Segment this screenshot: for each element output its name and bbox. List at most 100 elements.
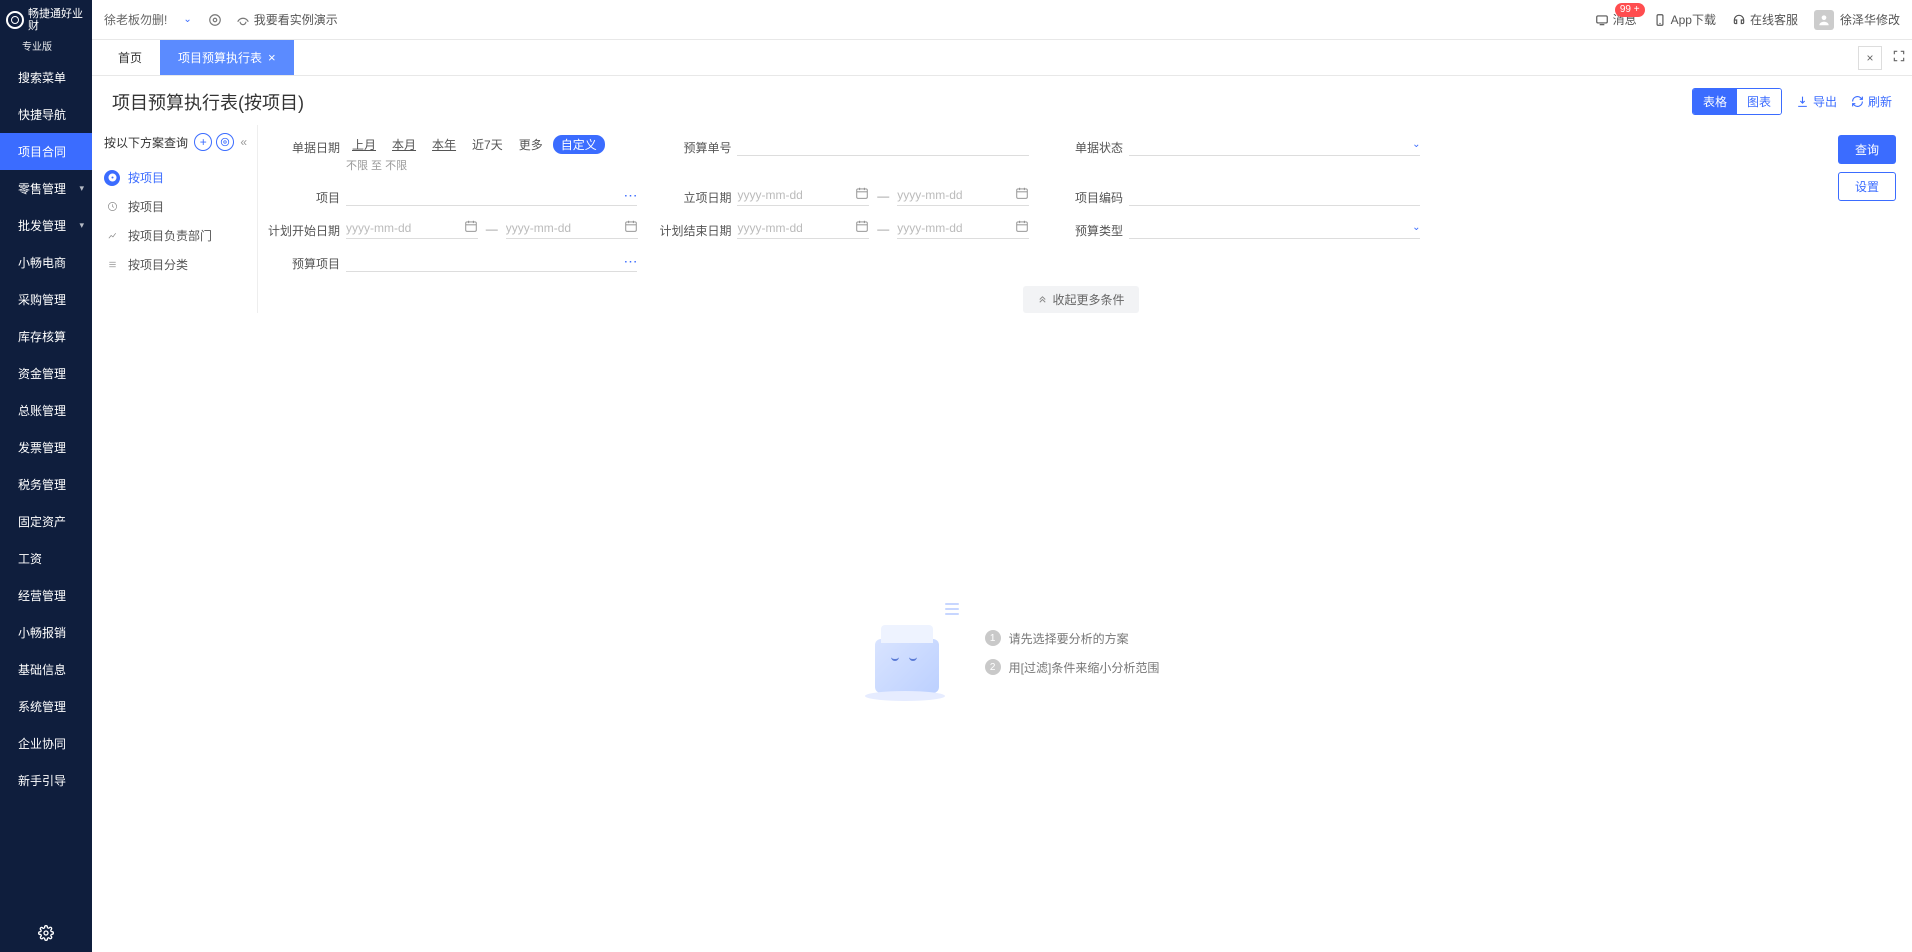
sidebar-item-0[interactable]: 搜索菜单 [0,59,92,96]
sidebar-item-16[interactable]: 基础信息 [0,651,92,688]
page-header: 项目预算执行表(按项目) 表格 图表 导出 刷新 [92,76,1912,125]
sidebar-item-18[interactable]: 企业协同 [0,725,92,762]
calendar-icon[interactable] [624,219,638,236]
plan-end-from[interactable] [737,218,869,239]
sidebar-item-19[interactable]: 新手引导 [0,762,92,799]
sidebar-item-17[interactable]: 系统管理 [0,688,92,725]
chip-this-month[interactable]: 本月 [386,135,422,154]
demo-link[interactable]: 我要看实例演示 [236,11,338,28]
user-name: 徐泽华修改 [1840,11,1900,28]
calendar-icon[interactable] [1015,186,1029,203]
support-label: 在线客服 [1750,11,1798,28]
tab-home[interactable]: 首页 [100,40,160,75]
setup-date-to[interactable] [897,185,1029,206]
sidebar-item-6[interactable]: 采购管理 [0,281,92,318]
close-all-tabs-button[interactable]: × [1858,46,1882,70]
collapse-scheme-icon[interactable]: « [240,135,247,149]
setup-date-field: 立项日期 — [657,185,1029,206]
topbar: 徐老板勿删! ⌄ 我要看实例演示 消息 99 + [92,0,1912,40]
plan-end-field: 计划结束日期 — [657,218,1029,239]
clock-icon [104,199,120,215]
doc-status-select[interactable] [1129,135,1421,156]
messages-badge: 99 + [1615,3,1645,17]
sidebar-item-label: 新手引导 [18,772,66,789]
settings-button[interactable]: 设置 [1838,172,1896,201]
sidebar-item-label: 小畅电商 [18,254,66,271]
app-download-button[interactable]: App下载 [1653,11,1716,28]
tab-home-label: 首页 [118,49,142,66]
calendar-icon[interactable] [1015,219,1029,236]
fullscreen-icon[interactable] [1892,49,1906,66]
chip-last-month[interactable]: 上月 [346,135,382,154]
scheme-item-1[interactable]: 按项目 [104,192,247,221]
page-title: 项目预算执行表(按项目) [112,89,304,115]
user-menu[interactable]: 徐泽华修改 [1814,10,1900,30]
sidebar-item-label: 采购管理 [18,291,66,308]
sidebar-item-7[interactable]: 库存核算 [0,318,92,355]
scheme-item-0[interactable]: 按项目 [104,163,247,192]
setup-date-label: 立项日期 [657,185,731,206]
chip-custom[interactable]: 自定义 [553,135,605,154]
scheme-item-3[interactable]: 按项目分类 [104,250,247,279]
chevron-down-icon[interactable]: ⌄ [183,14,191,25]
sidebar-item-8[interactable]: 资金管理 [0,355,92,392]
add-scheme-button[interactable]: + [194,133,212,151]
settings-gear-icon[interactable] [38,930,54,944]
sidebar-item-11[interactable]: 税务管理 [0,466,92,503]
scheme-settings-button[interactable] [216,133,234,151]
brand-name: 畅捷通好业财 [28,8,86,32]
plan-end-to[interactable] [897,218,1029,239]
refresh-button[interactable]: 刷新 [1851,93,1892,110]
sidebar-item-14[interactable]: 经营管理 [0,577,92,614]
scheme-item-label: 按项目 [128,198,164,215]
collapse-filters-button[interactable]: 收起更多条件 [1023,286,1138,313]
calendar-icon[interactable] [855,186,869,203]
support-button[interactable]: 在线客服 [1732,11,1798,28]
sidebar-item-label: 系统管理 [18,698,66,715]
empty-step-2: 2 用[过滤]条件来缩小分析范围 [985,659,1160,676]
project-input[interactable] [346,185,637,206]
sidebar-item-9[interactable]: 总账管理 [0,392,92,429]
sidebar-item-2[interactable]: 项目合同 [0,133,92,170]
budget-no-input[interactable] [737,135,1029,156]
sidebar-item-12[interactable]: 固定资产 [0,503,92,540]
chip-this-year[interactable]: 本年 [426,135,462,154]
tab-current[interactable]: 项目预算执行表 × [160,40,294,75]
budget-item-input[interactable] [346,251,637,272]
sidebar-item-10[interactable]: 发票管理 [0,429,92,466]
project-code-input[interactable] [1129,185,1421,206]
query-button[interactable]: 查询 [1838,135,1896,164]
plan-start-to[interactable] [506,218,638,239]
chip-more[interactable]: 更多 [513,135,549,154]
view-table-button[interactable]: 表格 [1693,89,1737,114]
sidebar-item-13[interactable]: 工资 [0,540,92,577]
collapse-label: 收起更多条件 [1052,291,1124,308]
chevron-down-icon[interactable]: ⌄ [1412,139,1420,150]
org-selector[interactable]: 徐老板勿删! [104,11,167,28]
export-button[interactable]: 导出 [1796,93,1837,110]
calendar-icon[interactable] [464,219,478,236]
sidebar-item-4[interactable]: 批发管理▾ [0,207,92,244]
calendar-icon[interactable] [855,219,869,236]
chevron-down-icon[interactable]: ⌄ [1412,222,1420,233]
view-chart-button[interactable]: 图表 [1737,89,1781,114]
messages-button[interactable]: 消息 99 + [1595,11,1637,28]
scheme-item-2[interactable]: 按项目负责部门 [104,221,247,250]
budget-type-select[interactable] [1129,218,1421,239]
sidebar-item-15[interactable]: 小畅报销 [0,614,92,651]
sidebar-item-1[interactable]: 快捷导航 [0,96,92,133]
plan-start-from[interactable] [346,218,478,239]
filter-form: 单据日期 上月 本月 本年 近7天 更多 自定义 [258,125,1912,313]
close-icon[interactable]: × [268,51,276,64]
chip-last-7[interactable]: 近7天 [466,135,509,154]
scheme-item-label: 按项目负责部门 [128,227,212,244]
sidebar-item-3[interactable]: 零售管理▾ [0,170,92,207]
setup-date-from[interactable] [737,185,869,206]
sidebar-item-5[interactable]: 小畅电商 [0,244,92,281]
more-icon[interactable]: ⋯ [623,187,637,204]
sidebar-item-label: 基础信息 [18,661,66,678]
more-icon[interactable]: ⋯ [623,253,637,270]
org-settings-icon[interactable] [208,13,222,27]
empty-state: 1 请先选择要分析的方案 2 用[过滤]条件来缩小分析范围 [92,313,1912,952]
chart-icon [104,228,120,244]
